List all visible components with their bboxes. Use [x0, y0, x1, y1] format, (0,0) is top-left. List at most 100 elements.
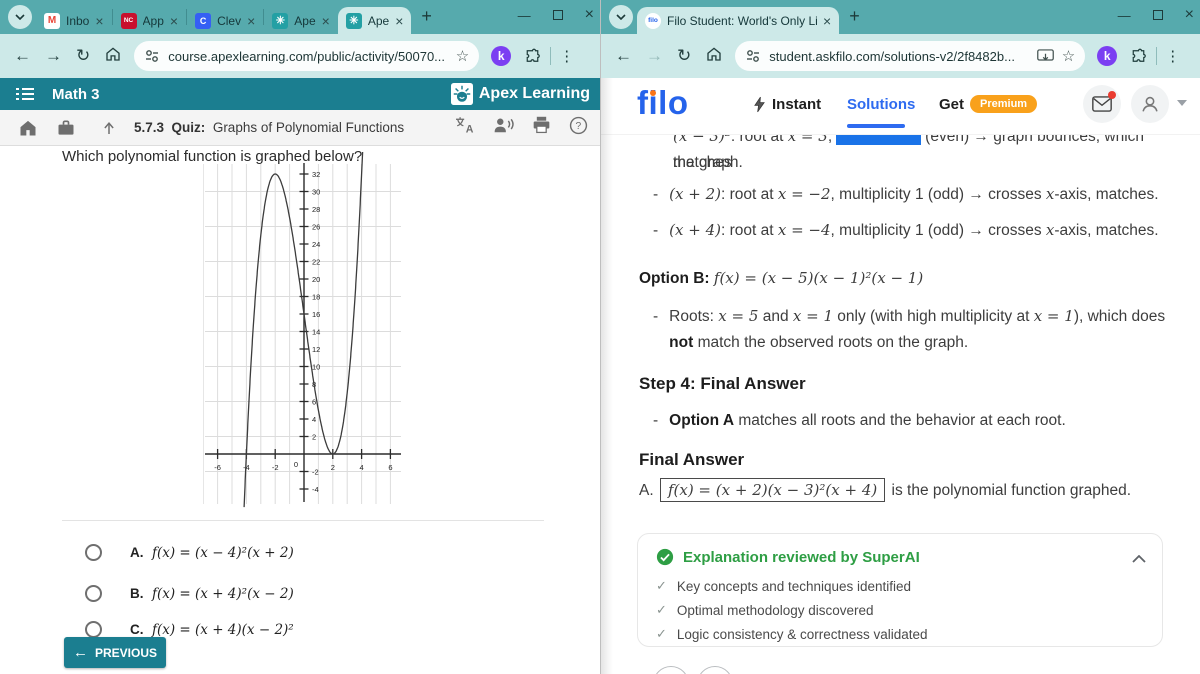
tab-close-icon[interactable]: ×	[395, 14, 403, 28]
tab-apex-1[interactable]: ✳ Ape ×	[264, 7, 338, 34]
get-premium-button[interactable]: Get Premium	[939, 78, 1038, 130]
site-settings-icon[interactable]	[745, 48, 761, 64]
home-nav-button[interactable]	[18, 118, 38, 138]
site-settings-icon[interactable]	[144, 48, 160, 64]
read-aloud-button[interactable]	[493, 116, 514, 139]
profile-caret-icon[interactable]	[1177, 100, 1187, 106]
apex-page: Math 3 Apex Learning 5.7.3 Quiz: Graphs …	[0, 78, 600, 674]
extensions-puzzle-icon[interactable]	[1128, 47, 1147, 65]
apex-favicon-icon: ✳	[345, 12, 362, 29]
coursework-briefcase-button[interactable]	[56, 118, 76, 138]
nav-instant[interactable]: Instant	[753, 78, 821, 130]
filo-logo-text: filo	[637, 84, 689, 121]
home-button[interactable]	[104, 45, 122, 68]
gmail-favicon-icon: M	[44, 12, 60, 29]
browser-menu-icon[interactable]: ⋮	[559, 47, 574, 65]
apex-course-header: Math 3 Apex Learning	[0, 78, 600, 110]
answer-option-b[interactable]: B. f(x) = (x + 4)²(x − 2)	[85, 585, 294, 602]
new-tab-button[interactable]: +	[849, 6, 860, 27]
home-icon	[707, 47, 721, 61]
close-window-button[interactable]: ×	[585, 7, 594, 23]
back-button[interactable]: ←	[615, 46, 632, 66]
profile-avatar[interactable]	[1131, 85, 1169, 123]
reload-button[interactable]: ↻	[677, 46, 691, 66]
collapse-chevron-icon[interactable]	[1132, 550, 1146, 568]
inbox-button[interactable]	[1083, 85, 1121, 123]
svg-text:0: 0	[294, 460, 298, 469]
url-text: course.apexlearning.com/public/activity/…	[168, 48, 446, 64]
tab-gmail[interactable]: M Inbo ×	[36, 7, 112, 34]
tab-close-icon[interactable]: ×	[322, 14, 330, 28]
svg-text:2: 2	[312, 432, 316, 441]
svg-text:6: 6	[312, 397, 316, 406]
nav-instant-label: Instant	[772, 95, 822, 113]
svg-text:18: 18	[312, 292, 320, 301]
nav-toolbar-left: ← → ↻ course.apexlearning.com/public/act…	[0, 34, 600, 78]
install-app-icon[interactable]	[1036, 48, 1054, 64]
home-icon	[106, 47, 120, 61]
radio-button[interactable]	[85, 544, 102, 561]
nav-solutions[interactable]: Solutions	[847, 78, 915, 130]
back-button[interactable]: ←	[14, 46, 31, 66]
close-window-button[interactable]: ×	[1185, 7, 1194, 23]
tab-close-icon[interactable]: ×	[170, 14, 178, 28]
minimize-button[interactable]: —	[1118, 9, 1131, 22]
answer-option-c[interactable]: C. f(x) = (x + 4)(x − 2)²	[85, 621, 294, 638]
bullet-option-b-roots: - Roots: x = 5 and x = 1 only (with high…	[653, 304, 1181, 357]
tab-apex-active[interactable]: ✳ Ape ×	[337, 7, 412, 34]
bullet-root-xplus4: - (x + 4): root at x = −4, multiplicity …	[653, 218, 1181, 244]
tab-close-icon[interactable]: ×	[247, 14, 255, 28]
reload-button[interactable]: ↻	[76, 46, 90, 66]
bullet-dash: -	[653, 222, 659, 239]
forward-button[interactable]: →	[646, 46, 663, 66]
bullet-option-a-matches: - Option A matches all roots and the beh…	[653, 408, 1181, 434]
home-button[interactable]	[705, 45, 723, 68]
svg-text:10: 10	[312, 362, 320, 371]
svg-text:4: 4	[312, 415, 316, 424]
minimize-button[interactable]: —	[518, 9, 531, 22]
bookmark-star-icon[interactable]: ☆	[456, 47, 469, 65]
bookmark-star-icon[interactable]: ☆	[1062, 47, 1075, 65]
maximize-button[interactable]	[552, 10, 563, 20]
svg-text:?: ?	[575, 121, 581, 132]
radio-button[interactable]	[85, 621, 102, 638]
new-tab-button[interactable]: +	[421, 6, 432, 27]
bullet-dash: -	[653, 308, 659, 325]
tab-search-button[interactable]	[8, 5, 32, 29]
tab-close-icon[interactable]: ×	[95, 14, 103, 28]
level-up-arrow-button[interactable]	[100, 119, 118, 137]
step4-heading: Step 4: Final Answer	[639, 374, 806, 393]
radio-button[interactable]	[85, 585, 102, 602]
feedback-button-2[interactable]	[697, 666, 733, 674]
svg-text:-2: -2	[272, 463, 279, 472]
previous-button[interactable]: ← PREVIOUS	[64, 637, 166, 668]
outline-list-icon[interactable]	[16, 87, 34, 101]
lesson-type: Quiz:	[171, 120, 206, 135]
tab-filo-active[interactable]: filo Filo Student: World's Only Live ×	[637, 7, 840, 34]
extensions-puzzle-icon[interactable]	[522, 47, 541, 65]
tab-nc[interactable]: NC App ×	[113, 7, 187, 34]
tab-clever[interactable]: C Clev ×	[187, 7, 263, 34]
translate-button[interactable]: A	[455, 116, 475, 139]
filo-site-header: filo Instant Solutions Get Premium	[601, 78, 1200, 135]
maximize-button[interactable]	[1152, 10, 1163, 20]
print-button[interactable]	[532, 116, 551, 139]
filo-logo[interactable]: filo	[637, 84, 688, 122]
browser-menu-icon[interactable]: ⋮	[1165, 47, 1180, 65]
tab-search-button[interactable]	[609, 5, 633, 29]
url-text: student.askfilo.com/solutions-v2/2f8482b…	[769, 48, 1015, 64]
address-bar[interactable]: course.apexlearning.com/public/activity/…	[134, 41, 480, 71]
forward-button[interactable]: →	[45, 46, 62, 66]
answer-option-a[interactable]: A. f(x) = (x − 4)²(x + 2)	[85, 544, 294, 561]
bullet-text: (x + 4): root at x = −4, multiplicity 1 …	[669, 221, 1159, 239]
premium-badge: Premium	[970, 95, 1038, 113]
tab-close-icon[interactable]: ×	[823, 14, 831, 28]
tab-strip-right: filo Filo Student: World's Only Live × +…	[601, 0, 1200, 34]
review-item-text: Key concepts and techniques identified	[676, 578, 912, 594]
address-bar[interactable]: student.askfilo.com/solutions-v2/2f8482b…	[735, 41, 1086, 71]
kami-extension-icon[interactable]: k	[1097, 46, 1118, 66]
content-divider	[62, 520, 544, 521]
kami-extension-icon[interactable]: k	[491, 46, 512, 66]
feedback-button-1[interactable]	[653, 666, 689, 674]
help-button[interactable]: ?	[569, 116, 588, 140]
